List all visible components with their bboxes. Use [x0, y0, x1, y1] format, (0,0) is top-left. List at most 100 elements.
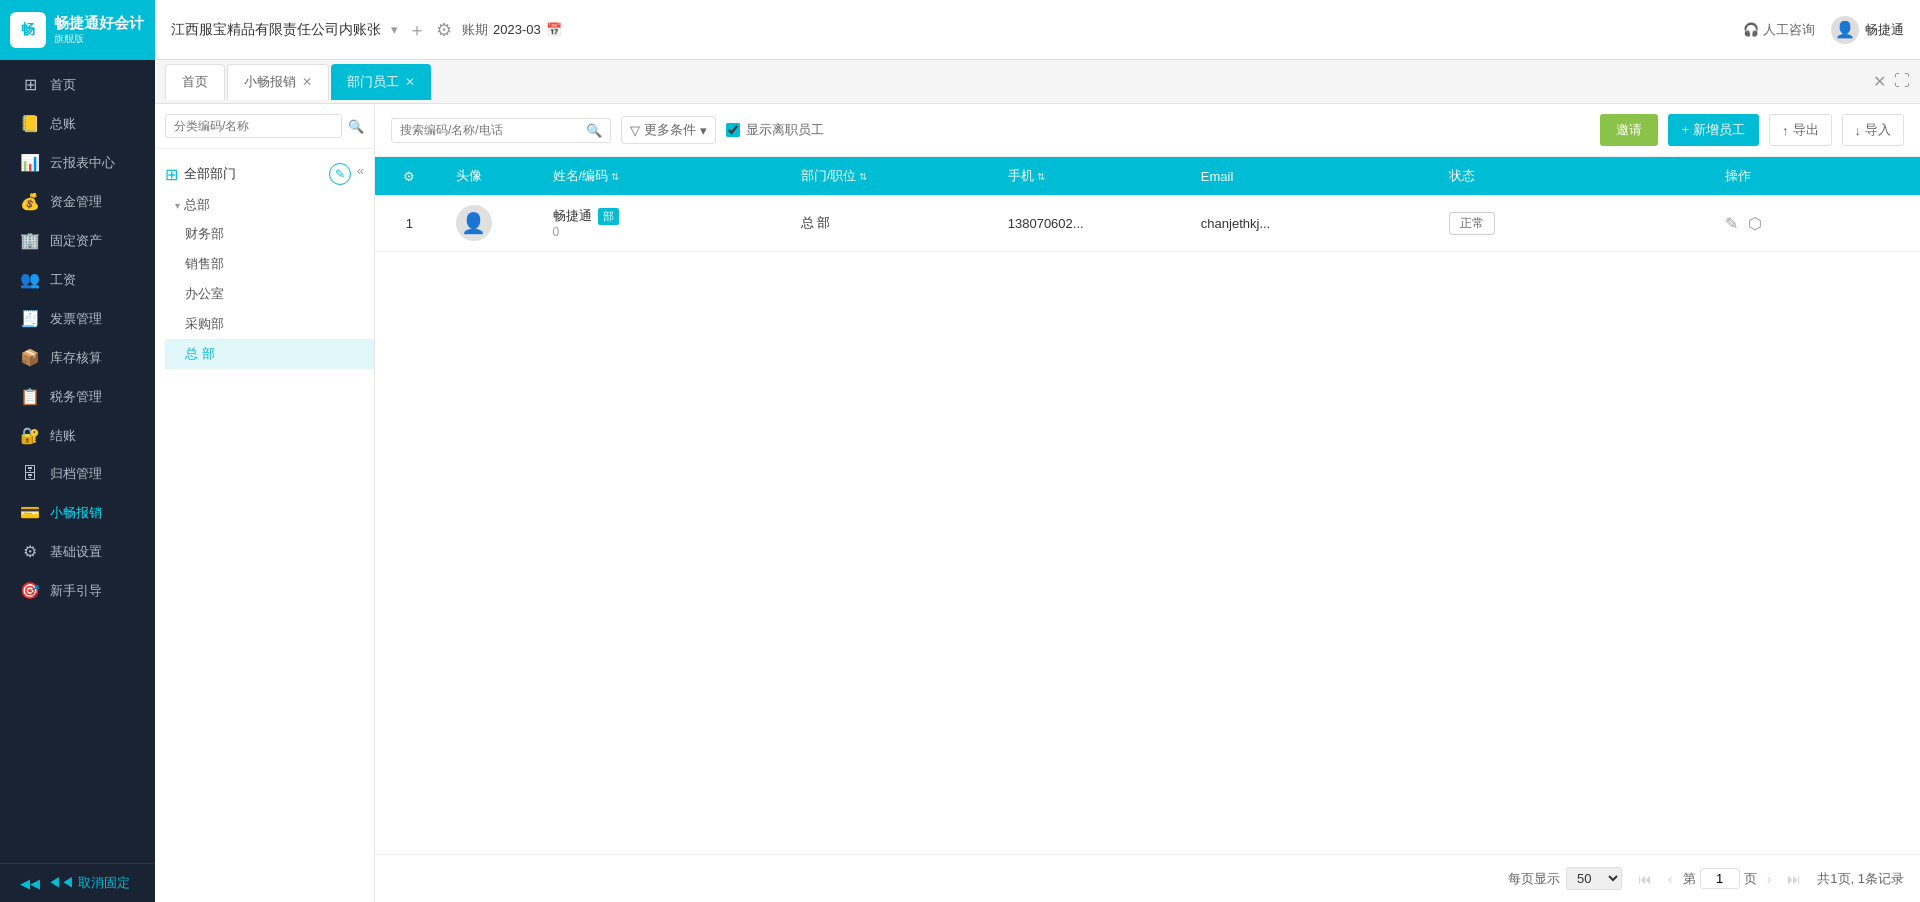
edit-employee-button[interactable]: ✎ — [1725, 214, 1738, 233]
add-employee-button[interactable]: + 新增员工 — [1668, 114, 1759, 146]
add-company-button[interactable]: ＋ — [408, 18, 426, 42]
edit-dept-button[interactable]: ✎ — [329, 163, 351, 185]
filter-dropdown-icon: ▾ — [700, 123, 707, 138]
sidebar-item-salary[interactable]: 👥 工资 — [0, 260, 155, 299]
tab-home[interactable]: 首页 — [165, 64, 225, 100]
logout-employee-button[interactable]: ⬡ — [1748, 214, 1762, 233]
sidebar-item-assets[interactable]: 🏢 固定资产 — [0, 221, 155, 260]
close-tab-icon[interactable]: ✕ — [1873, 72, 1886, 91]
col-action: 操作 — [1713, 157, 1920, 195]
user-menu[interactable]: 👤 畅捷通 — [1831, 16, 1904, 44]
tab-expense[interactable]: 小畅报销 ✕ — [227, 64, 329, 100]
tab-dept-close[interactable]: ✕ — [405, 75, 415, 89]
assets-icon: 🏢 — [20, 231, 40, 250]
pagination: 每页显示 10 20 50 100 ⏮ ‹ 第 页 › ⏭ — [375, 854, 1920, 902]
pin-sidebar-button[interactable]: ◀◀ ◀◀ 取消固定 — [0, 863, 155, 902]
dept-search-area: 🔍 — [155, 104, 374, 149]
dept-item-finance[interactable]: 财务部 — [165, 219, 374, 249]
page-di-label: 第 — [1683, 870, 1696, 888]
employee-search-icon[interactable]: 🔍 — [586, 123, 602, 138]
settings-gear-icon[interactable]: ⚙ — [436, 19, 452, 41]
tabs-controls: ✕ ⛶ — [1873, 72, 1910, 91]
salary-icon: 👥 — [20, 270, 40, 289]
toolbar-right: 邀请 + 新增员工 ↑ 导出 ↓ 导入 — [1600, 114, 1904, 146]
grid-icon: ⊞ — [165, 165, 178, 184]
next-page-button[interactable]: › — [1761, 869, 1778, 889]
app-logo-text: 畅捷通好会计 旗舰版 — [54, 14, 144, 46]
action-buttons: ✎ ⬡ — [1725, 214, 1908, 233]
row-name-cell: 畅捷通 部 0 — [541, 195, 789, 252]
sidebar-nav: ⊞ 首页 📒 总账 📊 云报表中心 💰 资金管理 🏢 固定资产 👥 工资 🧾 发… — [0, 60, 155, 863]
reports-icon: 📊 — [20, 153, 40, 172]
first-page-button[interactable]: ⏮ — [1632, 869, 1658, 889]
company-dropdown-icon[interactable]: ▾ — [391, 22, 398, 37]
col-phone[interactable]: 手机 — [996, 157, 1189, 195]
dept-item-purchase[interactable]: 采购部 — [165, 309, 374, 339]
col-avatar: 头像 — [444, 157, 541, 195]
last-page-button[interactable]: ⏭ — [1781, 869, 1807, 889]
page-unit: 页 — [1744, 870, 1757, 888]
dept-item-sales[interactable]: 销售部 — [165, 249, 374, 279]
import-icon: ↓ — [1855, 123, 1862, 138]
page-size-select[interactable]: 10 20 50 100 — [1566, 867, 1622, 890]
sidebar-item-capital[interactable]: 💰 资金管理 — [0, 182, 155, 221]
import-button[interactable]: ↓ 导入 — [1842, 114, 1905, 146]
employee-search-input[interactable] — [400, 123, 580, 137]
page-number-input[interactable] — [1700, 868, 1740, 889]
employee-name: 畅捷通 — [553, 207, 592, 225]
sidebar-item-close[interactable]: 🔐 结账 — [0, 416, 155, 455]
prev-page-button[interactable]: ‹ — [1662, 869, 1679, 889]
page-size-label: 每页显示 — [1508, 870, 1560, 888]
employee-toolbar: 🔍 ▽ 更多条件 ▾ 显示离职员工 邀请 + 新增员工 — [375, 104, 1920, 157]
filter-icon: ▽ — [630, 123, 640, 138]
sidebar-item-home[interactable]: ⊞ 首页 — [0, 65, 155, 104]
col-settings[interactable]: ⚙ — [375, 157, 444, 195]
employee-code: 0 — [553, 225, 777, 239]
col-dept[interactable]: 部门/职位 — [789, 157, 996, 195]
col-name[interactable]: 姓名/编码 — [541, 157, 789, 195]
sidebar-item-archive[interactable]: 🗄 归档管理 — [0, 455, 155, 493]
invite-button[interactable]: 邀请 — [1600, 114, 1658, 146]
sidebar-item-ledger[interactable]: 📒 总账 — [0, 104, 155, 143]
status-badge: 正常 — [1449, 212, 1495, 235]
app-logo-icon: 畅 — [10, 12, 46, 48]
sidebar-item-settings[interactable]: ⚙ 基础设置 — [0, 532, 155, 571]
dept-group-general: 总部 财务部 销售部 办公室 采购部 总 部 — [165, 191, 374, 369]
dept-search-icon[interactable]: 🔍 — [348, 119, 364, 134]
col-status: 状态 — [1437, 157, 1713, 195]
main-area: 江西服宝精品有限责任公司内账张 ▾ ＋ ⚙ 账期 2023-03 📅 🎧 人工咨… — [155, 0, 1920, 902]
row-action-cell: ✎ ⬡ — [1713, 195, 1920, 252]
all-dept-label[interactable]: 全部部门 — [184, 165, 236, 183]
support-button[interactable]: 🎧 人工咨询 — [1743, 21, 1815, 39]
sidebar-item-tax[interactable]: 📋 税务管理 — [0, 377, 155, 416]
dept-tag: 部 — [598, 208, 619, 225]
employee-search-wrap: 🔍 — [391, 118, 611, 143]
company-name: 江西服宝精品有限责任公司内账张 — [171, 21, 381, 39]
tab-dept[interactable]: 部门员工 ✕ — [331, 64, 431, 100]
dept-group-title[interactable]: 总部 — [165, 191, 374, 219]
export-button[interactable]: ↑ 导出 — [1769, 114, 1832, 146]
collapse-dept-icon[interactable]: « — [357, 163, 364, 185]
table-row: 1 👤 畅捷通 部 0 总 部 — [375, 195, 1920, 252]
headset-icon: 🎧 — [1743, 22, 1759, 37]
dept-item-office[interactable]: 办公室 — [165, 279, 374, 309]
calendar-icon[interactable]: 📅 — [546, 22, 562, 37]
sidebar-item-guide[interactable]: 🎯 新手引导 — [0, 571, 155, 610]
topbar: 江西服宝精品有限责任公司内账张 ▾ ＋ ⚙ 账期 2023-03 📅 🎧 人工咨… — [155, 0, 1920, 60]
tax-icon: 📋 — [20, 387, 40, 406]
filter-button[interactable]: ▽ 更多条件 ▾ — [621, 116, 716, 144]
sidebar-item-expense[interactable]: 💳 小畅报销 — [0, 493, 155, 532]
expand-tab-icon[interactable]: ⛶ — [1894, 72, 1910, 91]
sidebar-item-invoice[interactable]: 🧾 发票管理 — [0, 299, 155, 338]
sidebar-item-reports[interactable]: 📊 云报表中心 — [0, 143, 155, 182]
tab-expense-close[interactable]: ✕ — [302, 75, 312, 89]
show-resign-checkbox[interactable] — [726, 123, 740, 137]
invoice-icon: 🧾 — [20, 309, 40, 328]
topbar-right: 🎧 人工咨询 👤 畅捷通 — [1743, 16, 1904, 44]
sidebar-item-inventory[interactable]: 📦 库存核算 — [0, 338, 155, 377]
avatar: 👤 — [456, 205, 492, 241]
dept-search-input[interactable] — [165, 114, 342, 138]
dept-item-general[interactable]: 总 部 — [165, 339, 374, 369]
period-label: 账期 2023-03 📅 — [462, 21, 562, 39]
row-avatar-cell: 👤 — [444, 195, 541, 252]
